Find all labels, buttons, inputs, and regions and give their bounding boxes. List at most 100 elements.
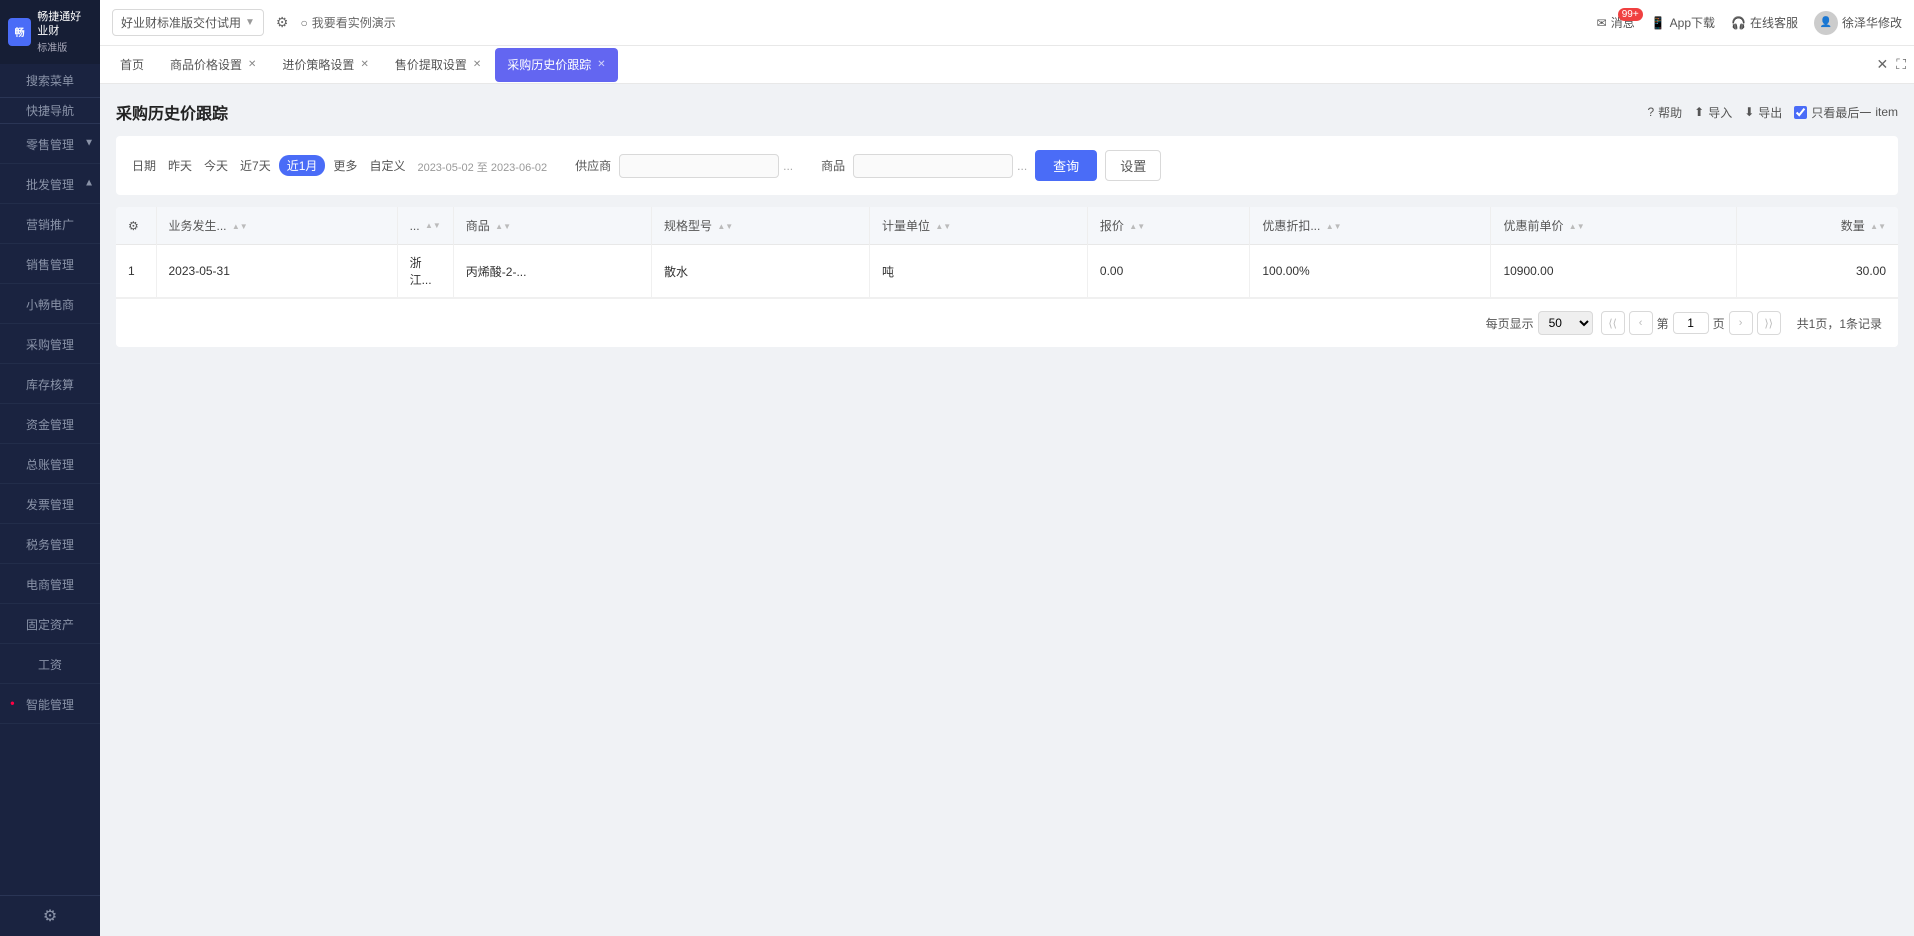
col-discount[interactable]: 优惠折扣... ▲▼ [1250, 207, 1491, 245]
sidebar-item-smart-mgmt[interactable]: ● 智能管理 [0, 684, 100, 724]
topbar-app-download[interactable]: 📱 App下载 [1651, 14, 1715, 31]
tab-home[interactable]: 首页 [108, 48, 156, 82]
supplier-dots[interactable]: ... [783, 159, 793, 173]
tab-sale-price-close[interactable]: ✕ [473, 59, 481, 70]
cell-index: 1 [116, 245, 156, 298]
cell-discount: 100.00% [1250, 245, 1491, 298]
help-icon: ? [1647, 105, 1654, 119]
per-page-dropdown[interactable]: 50 10 20 100 [1538, 311, 1593, 335]
tab-purchase-history[interactable]: 采购历史价跟踪 ✕ [495, 48, 617, 82]
supplier-input[interactable] [619, 154, 779, 178]
tab-price-settings-close[interactable]: ✕ [248, 59, 256, 70]
sort-icon-discount: ▲▼ [1326, 223, 1342, 231]
first-page-button[interactable]: ⟨⟨ [1601, 311, 1625, 335]
tab-purchase-strategy-close[interactable]: ✕ [360, 59, 368, 70]
table-row: 1 2023-05-31 浙江... 丙烯酸-2-... 散水 吨 0.00 1… [116, 245, 1898, 298]
version-select[interactable]: 好业财标准版交付试用 ▼ [112, 9, 264, 36]
query-button[interactable]: 查询 [1035, 150, 1097, 181]
sidebar-item-ecommerce-small[interactable]: 小畅电商 [0, 284, 100, 324]
goods-dots[interactable]: ... [1017, 159, 1027, 173]
sidebar-item-invoice[interactable]: 发票管理 [0, 484, 100, 524]
retail-arrow-icon: ▼ [84, 138, 94, 149]
date-option-more[interactable]: 更多 [329, 155, 361, 176]
col-goods[interactable]: 商品 ▲▼ [453, 207, 651, 245]
topbar-demo[interactable]: ○ 我要看实例演示 [300, 14, 395, 31]
tab-sale-price[interactable]: 售价提取设置 ✕ [383, 48, 493, 82]
sidebar-item-retail[interactable]: 零售管理 ▼ [0, 124, 100, 164]
date-filter-label: 日期 [132, 157, 156, 174]
cell-spec: 散水 [652, 245, 870, 298]
last-page-button[interactable]: ⟩⟩ [1757, 311, 1781, 335]
settings-icon[interactable]: ⚙ [43, 906, 57, 926]
date-option-custom[interactable]: 自定义 [365, 155, 409, 176]
date-range-display: 2023-05-02 至 2023-06-02 [417, 159, 547, 175]
col-quantity[interactable]: 数量 ▲▼ [1737, 207, 1898, 245]
item-text: item [1875, 105, 1898, 119]
version-chevron-icon: ▼ [245, 17, 255, 28]
cell-goods: 丙烯酸-2-... [453, 245, 651, 298]
sidebar-item-ecommerce[interactable]: 电商管理 [0, 564, 100, 604]
col-spec[interactable]: 规格型号 ▲▼ [652, 207, 870, 245]
page-input[interactable] [1673, 312, 1709, 334]
topbar-message[interactable]: ✉ 消息 99+ [1597, 14, 1635, 31]
filter-actions: 查询 设置 [1035, 150, 1161, 181]
tab-fullscreen-icon[interactable]: ⛶ [1896, 56, 1906, 73]
next-page-button[interactable]: › [1729, 311, 1753, 335]
logo-sub: 标准版 [37, 39, 92, 54]
sidebar-item-tax[interactable]: 税务管理 [0, 524, 100, 564]
cell-supplier: 浙江... [397, 245, 453, 298]
tab-close-icon[interactable]: ✕ [1876, 56, 1888, 73]
topbar-user[interactable]: 👤 徐泽华修改 [1814, 11, 1902, 35]
sort-icon-unit: ▲▼ [935, 223, 951, 231]
total-info: 共1页，1条记录 [1797, 315, 1882, 332]
topbar-settings-icon[interactable]: ⚙ [276, 14, 289, 31]
page-header: 采购历史价跟踪 ? 帮助 ⬆ 导入 ⬇ 导出 只看最后一 item [116, 100, 1898, 124]
sidebar-item-finance[interactable]: 资金管理 [0, 404, 100, 444]
col-quoted-price[interactable]: 报价 ▲▼ [1087, 207, 1249, 245]
sidebar-item-purchase[interactable]: 采购管理 [0, 324, 100, 364]
goods-input-wrap: ... [853, 154, 1027, 178]
col-unit[interactable]: 计量单位 ▲▼ [869, 207, 1087, 245]
import-link[interactable]: ⬆ 导入 [1694, 104, 1732, 121]
date-option-today[interactable]: 今天 [200, 155, 232, 176]
headset-icon: 🎧 [1731, 16, 1746, 30]
date-option-last7[interactable]: 近7天 [236, 155, 275, 176]
tab-purchase-strategy[interactable]: 进价策略设置 ✕ [270, 48, 380, 82]
sidebar-item-wholesale[interactable]: 批发管理 ▲ [0, 164, 100, 204]
col-more[interactable]: ... ▲▼ [397, 207, 453, 245]
sort-icon-quantity: ▲▼ [1870, 223, 1886, 231]
export-link[interactable]: ⬇ 导出 [1744, 104, 1782, 121]
cell-quoted-price: 0.00 [1087, 245, 1249, 298]
pagination: 每页显示 50 10 20 100 ⟨⟨ ‹ 第 页 › ⟩⟩ [116, 298, 1898, 347]
sidebar-quick-nav[interactable]: 快捷导航 [0, 98, 100, 124]
filter-settings-button[interactable]: 设置 [1105, 150, 1161, 181]
prev-page-button[interactable]: ‹ [1629, 311, 1653, 335]
sidebar-item-payroll[interactable]: 工资 [0, 644, 100, 684]
tab-price-settings[interactable]: 商品价格设置 ✕ [158, 48, 268, 82]
sidebar-item-inventory[interactable]: 库存核算 [0, 364, 100, 404]
sort-icon-goods: ▲▼ [495, 223, 511, 231]
sidebar-item-sales[interactable]: 销售管理 [0, 244, 100, 284]
date-option-yesterday[interactable]: 昨天 [164, 155, 196, 176]
date-option-last1month[interactable]: 近1月 [279, 155, 326, 176]
tab-purchase-history-close[interactable]: ✕ [597, 59, 605, 70]
only-last-checkbox[interactable] [1794, 106, 1807, 119]
topbar: 好业财标准版交付试用 ▼ ⚙ ○ 我要看实例演示 ✉ 消息 99+ 📱 App下… [100, 0, 1914, 46]
col-pre-discount-price[interactable]: 优惠前单价 ▲▼ [1491, 207, 1737, 245]
topbar-online-service[interactable]: 🎧 在线客服 [1731, 14, 1798, 31]
col-gear[interactable]: ⚙ [116, 207, 156, 245]
import-icon: ⬆ [1694, 105, 1704, 119]
sidebar-item-fixed-assets[interactable]: 固定资产 [0, 604, 100, 644]
page-content: 采购历史价跟踪 ? 帮助 ⬆ 导入 ⬇ 导出 只看最后一 item [100, 84, 1914, 936]
message-badge: 99+ [1618, 8, 1643, 21]
demo-icon: ○ [300, 16, 307, 30]
sidebar-search[interactable]: 搜索菜单 [0, 64, 100, 98]
sort-icon-biz-date: ▲▼ [232, 223, 248, 231]
sidebar-logo: 畅 畅捷通好业财 标准版 [0, 0, 100, 64]
cell-quantity: 30.00 [1737, 245, 1898, 298]
sidebar-item-marketing[interactable]: 营销推广 [0, 204, 100, 244]
goods-input[interactable] [853, 154, 1013, 178]
col-biz-date[interactable]: 业务发生... ▲▼ [156, 207, 397, 245]
sidebar-item-accounting[interactable]: 总账管理 [0, 444, 100, 484]
help-link[interactable]: ? 帮助 [1647, 104, 1682, 121]
